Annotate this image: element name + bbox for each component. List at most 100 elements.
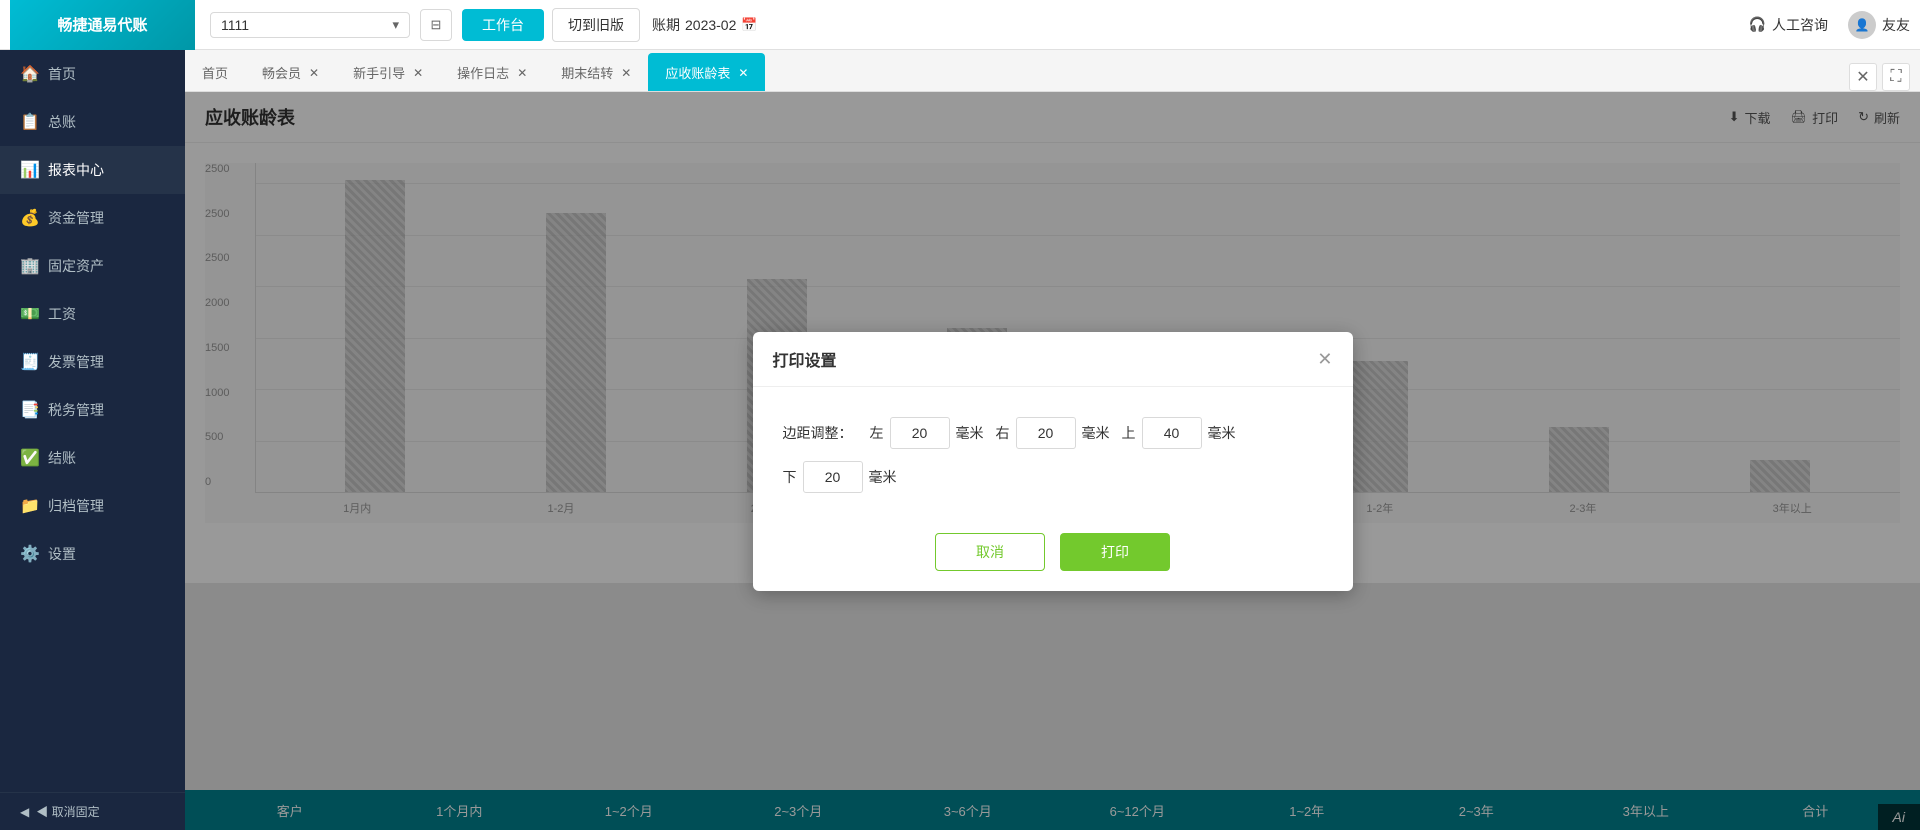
sidebar-item-invoice[interactable]: 🧾 发票管理 <box>0 338 185 386</box>
period-label: 账期 <box>652 15 680 35</box>
collapse-icon: ◀ <box>20 805 29 819</box>
top-header: 畅捷通易代账 1111 ▾ ⊟ 工作台 切到旧版 账期 2023-02 📅 🎧 … <box>0 0 1920 50</box>
tab-oplog[interactable]: 操作日志 ✕ <box>440 53 544 91</box>
assets-icon: 🏢 <box>20 256 38 276</box>
sidebar-item-label: 资金管理 <box>48 208 104 228</box>
tab-member-close[interactable]: ✕ <box>309 66 319 80</box>
sidebar-item-label: 固定资产 <box>48 256 104 276</box>
sidebar-item-label: 税务管理 <box>48 400 104 420</box>
sidebar-item-salary[interactable]: 💵 工资 <box>0 290 185 338</box>
tab-oplog-label: 操作日志 <box>457 63 509 82</box>
tab-guide-close[interactable]: ✕ <box>413 66 423 80</box>
sidebar-item-label: 结账 <box>48 448 76 468</box>
user-avatar: 👤 <box>1848 11 1876 39</box>
invoice-icon: 🧾 <box>20 352 38 372</box>
period-value: 2023-02 <box>685 17 736 33</box>
print-confirm-button[interactable]: 打印 <box>1060 533 1170 571</box>
salary-icon: 💵 <box>20 304 38 324</box>
home-icon: 🏠 <box>20 64 38 84</box>
bottom-margin-input[interactable] <box>803 461 863 493</box>
sidebar-item-closing[interactable]: ✅ 结账 <box>0 434 185 482</box>
avatar-icon: 👤 <box>1855 18 1870 32</box>
modal-header: 打印设置 ✕ <box>753 332 1353 387</box>
sidebar-item-label: 发票管理 <box>48 352 104 372</box>
header-right: 🎧 人工咨询 👤 友友 <box>1749 11 1910 39</box>
page-content: 应收账龄表 ⬇ 下载 🖨 打印 ↻ 刷新 <box>185 92 1920 830</box>
margin-label: 边距调整： <box>783 423 853 443</box>
tab-close-window-button[interactable]: ✕ <box>1849 63 1877 91</box>
dropdown-icon: ▾ <box>392 17 399 33</box>
tab-guide[interactable]: 新手引导 ✕ <box>336 53 440 91</box>
sidebar-item-funds[interactable]: 💰 资金管理 <box>0 194 185 242</box>
right-direction-label: 右 <box>996 423 1010 443</box>
switch-version-button[interactable]: 切到旧版 <box>552 8 640 42</box>
modal-body: 边距调整： 左 毫米 右 毫米 <box>753 387 1353 518</box>
logo-area: 畅捷通易代账 <box>10 0 195 50</box>
top-unit-label: 毫米 <box>1208 423 1236 443</box>
sidebar-item-label: 工资 <box>48 304 76 324</box>
tab-period[interactable]: 期末结转 ✕ <box>544 53 648 91</box>
sidebar-item-label: 归档管理 <box>48 496 104 516</box>
bottom-unit-label: 毫米 <box>869 467 897 487</box>
sidebar-item-label: 总账 <box>48 112 76 132</box>
modal-title: 打印设置 <box>773 347 837 371</box>
left-margin-input[interactable] <box>890 417 950 449</box>
margin-top-group: 上 毫米 <box>1122 417 1236 449</box>
tax-icon: 📑 <box>20 400 38 420</box>
logo-text: 畅捷通易代账 <box>57 14 147 35</box>
tab-period-close[interactable]: ✕ <box>621 66 631 80</box>
right-unit-label: 毫米 <box>1082 423 1110 443</box>
sidebar-item-settings[interactable]: ⚙️ 设置 <box>0 530 185 578</box>
bottom-direction-label: 下 <box>783 467 797 487</box>
tab-period-label: 期末结转 <box>561 63 613 82</box>
tab-aging[interactable]: 应收账龄表 ✕ <box>648 53 765 91</box>
sidebar-item-label: 设置 <box>48 544 76 564</box>
tab-oplog-close[interactable]: ✕ <box>517 66 527 80</box>
tab-actions: ✕ ⛶ <box>1839 63 1920 91</box>
company-selector[interactable]: 1111 ▾ <box>210 12 410 38</box>
sidebar-item-archive[interactable]: 📁 归档管理 <box>0 482 185 530</box>
sidebar-item-reports[interactable]: 📊 报表中心 <box>0 146 185 194</box>
modal-footer: 取消 打印 <box>753 518 1353 591</box>
right-margin-input[interactable] <box>1016 417 1076 449</box>
top-margin-input[interactable] <box>1142 417 1202 449</box>
sidebar-item-assets[interactable]: 🏢 固定资产 <box>0 242 185 290</box>
reports-icon: 📊 <box>20 160 38 180</box>
margin-right-group: 右 毫米 <box>996 417 1110 449</box>
workbench-button[interactable]: 工作台 <box>462 9 544 41</box>
headset-icon: 🎧 <box>1749 16 1766 33</box>
user-button[interactable]: 👤 友友 <box>1848 11 1910 39</box>
margin-left-group: 左 毫米 <box>870 417 984 449</box>
margin-bottom-group: 下 毫米 <box>783 461 897 493</box>
left-direction-label: 左 <box>870 423 884 443</box>
company-name: 1111 <box>221 17 384 33</box>
copy-button[interactable]: ⊟ <box>420 9 452 41</box>
sidebar-item-label: 报表中心 <box>48 160 104 180</box>
calendar-icon[interactable]: 📅 <box>741 17 757 33</box>
tab-guide-label: 新手引导 <box>353 63 405 82</box>
top-direction-label: 上 <box>1122 423 1136 443</box>
modal-close-button[interactable]: ✕ <box>1317 350 1332 368</box>
tab-home[interactable]: 首页 <box>185 53 245 91</box>
consult-button[interactable]: 🎧 人工咨询 <box>1749 15 1828 35</box>
sidebar-item-label: 首页 <box>48 64 76 84</box>
sidebar: 🏠 首页 📋 总账 📊 报表中心 💰 资金管理 🏢 固定资产 💵 工资 🧾 发票… <box>0 50 185 830</box>
collapse-label: ◀ 取消固定 <box>36 803 99 820</box>
tab-aging-close[interactable]: ✕ <box>738 66 748 80</box>
sidebar-item-ledger[interactable]: 📋 总账 <box>0 98 185 146</box>
sidebar-item-tax[interactable]: 📑 税务管理 <box>0 386 185 434</box>
tab-member[interactable]: 畅会员 ✕ <box>245 53 336 91</box>
cancel-button[interactable]: 取消 <box>935 533 1045 571</box>
sidebar-item-home[interactable]: 🏠 首页 <box>0 50 185 98</box>
settings-icon: ⚙️ <box>20 544 38 564</box>
copy-icon: ⊟ <box>431 17 442 33</box>
tab-member-label: 畅会员 <box>262 63 301 82</box>
archive-icon: 📁 <box>20 496 38 516</box>
sidebar-collapse-button[interactable]: ◀ ◀ 取消固定 <box>0 792 185 830</box>
tab-maximize-button[interactable]: ⛶ <box>1882 63 1910 91</box>
print-settings-modal: 打印设置 ✕ 边距调整： 左 毫米 右 <box>753 332 1353 591</box>
content-area: 首页 畅会员 ✕ 新手引导 ✕ 操作日志 ✕ 期末结转 ✕ 应收账龄表 ✕ <box>185 50 1920 830</box>
left-unit-label: 毫米 <box>956 423 984 443</box>
tab-aging-label: 应收账龄表 <box>665 63 730 82</box>
closing-icon: ✅ <box>20 448 38 468</box>
